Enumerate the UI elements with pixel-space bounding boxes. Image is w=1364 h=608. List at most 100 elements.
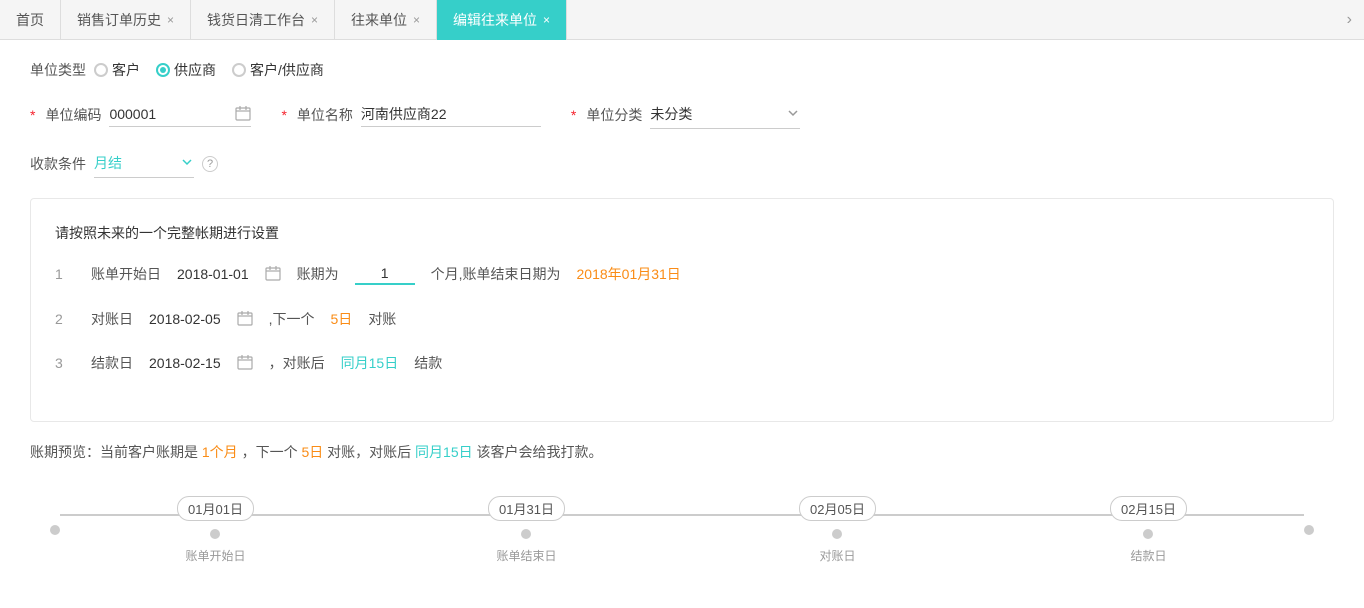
unit-category-value: 未分类 bbox=[650, 104, 692, 124]
preview-payment: 同月15日 bbox=[415, 444, 473, 460]
period-label-1: 账单开始日 bbox=[91, 264, 161, 284]
timeline-badge-3: 02月05日 bbox=[799, 496, 876, 521]
tab-partner-unit-close[interactable]: × bbox=[413, 13, 420, 27]
timeline-section: 01月01日 账单开始日 01月31日 账单结束日 02月05日 对账 bbox=[30, 486, 1334, 574]
period-num-3: 3 bbox=[55, 355, 75, 371]
period-calendar-2[interactable] bbox=[237, 310, 253, 329]
unit-name-input[interactable] bbox=[361, 102, 541, 127]
radio-supplier-label: 供应商 bbox=[174, 60, 216, 80]
period-label-3: 结款日 bbox=[91, 353, 133, 373]
unit-category-label: 单位分类 bbox=[586, 105, 642, 125]
period-highlight-2: 5日 bbox=[331, 309, 353, 329]
period-desc-2b: 对账 bbox=[368, 309, 396, 329]
tab-cash-work-close[interactable]: × bbox=[311, 13, 318, 27]
tab-sales-order-history-close[interactable]: × bbox=[167, 13, 174, 27]
period-card: 请按照未来的一个完整帐期进行设置 1 账单开始日 2018-01-01 账期为 … bbox=[30, 198, 1334, 422]
period-num-2: 2 bbox=[55, 311, 75, 327]
period-month-input[interactable] bbox=[355, 263, 415, 285]
radio-both[interactable]: 客户/供应商 bbox=[232, 60, 324, 80]
radio-both-circle bbox=[232, 63, 246, 77]
period-separator-1: 账期为 bbox=[297, 264, 339, 284]
timeline-right-end bbox=[1304, 525, 1314, 535]
radio-customer[interactable]: 客户 bbox=[94, 60, 140, 80]
period-label-2: 对账日 bbox=[91, 309, 133, 329]
unit-category-dropdown[interactable]: 未分类 bbox=[650, 100, 800, 129]
timeline-badge-4: 02月15日 bbox=[1110, 496, 1187, 521]
unit-type-label: 单位类型 bbox=[30, 60, 86, 80]
payment-terms-label: 收款条件 bbox=[30, 154, 86, 174]
preview-middle: ，下一个 bbox=[242, 444, 298, 460]
period-row-2: 2 对账日 2018-02-05 ,下一个 5日 对账 bbox=[55, 309, 1309, 329]
tab-cash-work[interactable]: 钱货日清工作台 × bbox=[191, 0, 335, 40]
preview-suffix: 该客户会给我打款。 bbox=[477, 444, 603, 460]
period-highlight-date-1: 2018年01月31日 bbox=[577, 264, 681, 284]
payment-terms-row: 收款条件 月结 ? bbox=[30, 149, 1334, 178]
help-icon-label: ? bbox=[207, 158, 213, 170]
timeline-dot-4 bbox=[1143, 529, 1153, 539]
timeline-point-4: 02月15日 结款日 bbox=[1110, 496, 1187, 564]
timeline-label-2: 账单结束日 bbox=[496, 547, 556, 564]
radio-customer-circle bbox=[94, 63, 108, 77]
unit-code-input-wrapper bbox=[109, 102, 251, 127]
preview-period: 1个月 bbox=[202, 444, 238, 460]
payment-terms-group: 收款条件 月结 ? bbox=[30, 149, 218, 178]
radio-supplier-circle bbox=[156, 63, 170, 77]
period-card-title: 请按照未来的一个完整帐期进行设置 bbox=[55, 223, 1309, 243]
tab-scroll-right[interactable]: › bbox=[1335, 11, 1364, 29]
unit-code-label: 单位编码 bbox=[45, 105, 101, 125]
unit-category-star: * bbox=[571, 107, 576, 123]
preview-reconcile-suffix: 对账，对账后 bbox=[327, 444, 411, 460]
unit-info-row: * 单位编码 * 单位名称 * 单位分类 bbox=[30, 100, 1334, 129]
period-suffix-1: 个月,账单结束日期为 bbox=[431, 264, 561, 284]
period-row-3: 3 结款日 2018-02-15 ，对账后 同月15日 结款 bbox=[55, 353, 1309, 373]
period-row-1: 1 账单开始日 2018-01-01 账期为 个月,账单结束日期为 2018年0… bbox=[55, 263, 1309, 285]
period-desc-3a: ，对账后 bbox=[269, 353, 325, 373]
payment-terms-help[interactable]: ? bbox=[202, 156, 218, 172]
period-highlight-3: 同月15日 bbox=[341, 353, 399, 373]
tab-edit-partner[interactable]: 编辑往来单位 × bbox=[437, 0, 567, 40]
tab-edit-partner-close[interactable]: × bbox=[543, 13, 550, 27]
period-date-3: 2018-02-15 bbox=[149, 355, 221, 371]
preview-section: 账期预览：当前客户账期是 1个月 ，下一个 5日 对账，对账后 同月15日 该客… bbox=[30, 442, 1334, 462]
timeline-dot-3 bbox=[832, 529, 842, 539]
radio-supplier[interactable]: 供应商 bbox=[156, 60, 216, 80]
unit-type-row: 单位类型 客户 供应商 客户/供应商 bbox=[30, 60, 1334, 80]
main-content: 单位类型 客户 供应商 客户/供应商 * 单位编码 bbox=[0, 40, 1364, 608]
timeline-dot-2 bbox=[521, 529, 531, 539]
tab-partner-unit[interactable]: 往来单位 × bbox=[335, 0, 437, 40]
period-desc-2a: ,下一个 bbox=[269, 309, 315, 329]
period-num-1: 1 bbox=[55, 266, 75, 282]
timeline-point-1: 01月01日 账单开始日 bbox=[177, 496, 254, 564]
payment-terms-select[interactable]: 月结 bbox=[94, 149, 194, 178]
unit-type-radio-group: 客户 供应商 客户/供应商 bbox=[94, 60, 324, 80]
tab-home[interactable]: 首页 bbox=[0, 0, 61, 40]
unit-code-input[interactable] bbox=[109, 102, 229, 126]
payment-terms-arrow bbox=[180, 155, 194, 172]
preview-reconcile: 5日 bbox=[301, 444, 323, 460]
unit-type-group: 单位类型 客户 供应商 客户/供应商 bbox=[30, 60, 324, 80]
unit-name-label: 单位名称 bbox=[297, 105, 353, 125]
timeline-label-4: 结款日 bbox=[1130, 547, 1166, 564]
tab-edit-partner-label: 编辑往来单位 bbox=[453, 10, 537, 30]
tab-bar: 首页 销售订单历史 × 钱货日清工作台 × 往来单位 × 编辑往来单位 × › bbox=[0, 0, 1364, 40]
tab-sales-order-history-label: 销售订单历史 bbox=[77, 10, 161, 30]
period-date-1: 2018-01-01 bbox=[177, 266, 249, 282]
timeline-label-1: 账单开始日 bbox=[185, 547, 245, 564]
tab-sales-order-history[interactable]: 销售订单历史 × bbox=[61, 0, 191, 40]
unit-category-group: * 单位分类 未分类 bbox=[571, 100, 800, 129]
period-desc-3b: 结款 bbox=[414, 353, 442, 373]
unit-name-star: * bbox=[281, 107, 286, 123]
timeline-badge-1: 01月01日 bbox=[177, 496, 254, 521]
tab-home-label: 首页 bbox=[16, 10, 44, 30]
radio-both-label: 客户/供应商 bbox=[250, 60, 324, 80]
unit-code-icon[interactable] bbox=[235, 105, 251, 124]
timeline-label-3: 对账日 bbox=[819, 547, 855, 564]
unit-code-group: * 单位编码 bbox=[30, 102, 251, 127]
period-calendar-3[interactable] bbox=[237, 354, 253, 373]
timeline-points: 01月01日 账单开始日 01月31日 账单结束日 02月05日 对账 bbox=[60, 496, 1304, 564]
unit-code-star: * bbox=[30, 107, 35, 123]
tab-cash-work-label: 钱货日清工作台 bbox=[207, 10, 305, 30]
timeline-left-end bbox=[50, 525, 60, 535]
period-calendar-1[interactable] bbox=[265, 265, 281, 284]
payment-terms-value: 月结 bbox=[94, 153, 174, 173]
